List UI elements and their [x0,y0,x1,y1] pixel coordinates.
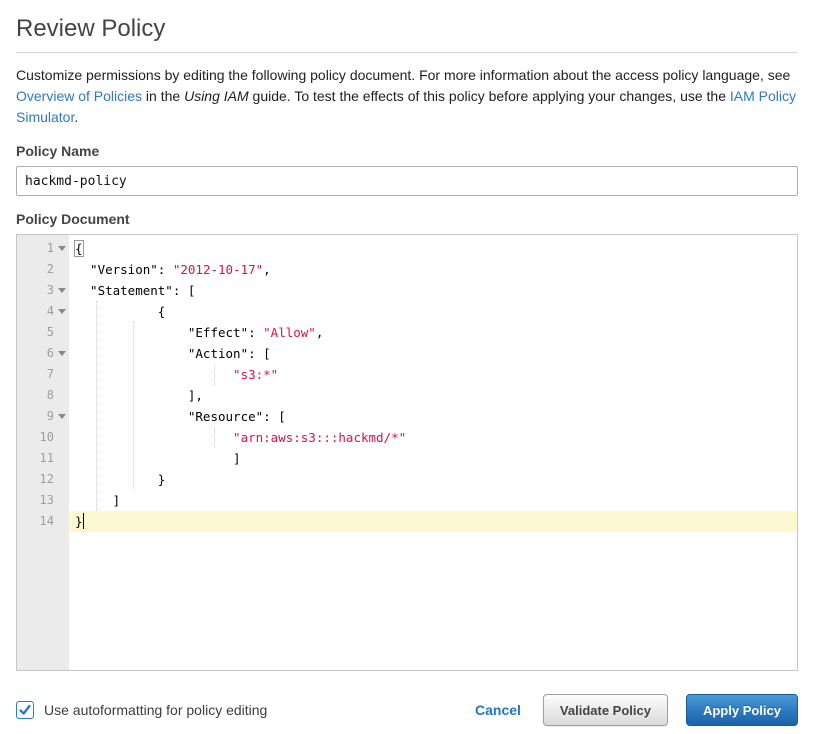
cancel-link[interactable]: Cancel [475,702,521,718]
code-line-13[interactable]: ] [69,490,797,511]
gutter-line-number: 12 [17,469,69,490]
autoformat-label: Use autoformatting for policy editing [44,702,267,718]
gutter-line-number: 3 [17,280,69,301]
overview-of-policies-link[interactable]: Overview of Policies [16,88,142,104]
code-line-4[interactable]: { [69,301,797,322]
gutter-line-number: 10 [17,427,69,448]
description: Customize permissions by editing the fol… [16,65,798,128]
code-line-1[interactable]: { [69,238,797,259]
gutter-line-number: 2 [17,259,69,280]
footer-bar: Use autoformatting for policy editing Ca… [16,694,798,726]
validate-policy-button[interactable]: Validate Policy [543,694,668,726]
autoformat-checkbox[interactable] [16,701,34,719]
gutter-line-number: 9 [17,406,69,427]
fold-arrow-icon[interactable] [58,351,66,356]
code-line-12[interactable]: } [69,469,797,490]
fold-arrow-icon[interactable] [58,309,66,314]
policy-document-editor[interactable]: 1234567891011121314 { "Version": "2012-1… [16,234,798,671]
description-text-2: in the [142,88,184,104]
editor-code[interactable]: { "Version": "2012-10-17", "Statement": … [69,235,797,670]
code-line-11[interactable]: ] [69,448,797,469]
fold-arrow-icon[interactable] [58,414,66,419]
gutter-line-number: 4 [17,301,69,322]
apply-policy-button[interactable]: Apply Policy [686,694,798,726]
code-line-6[interactable]: "Action": [ [69,343,797,364]
fold-arrow-icon[interactable] [58,288,66,293]
code-line-5[interactable]: "Effect": "Allow", [69,322,797,343]
gutter-line-number: 1 [17,238,69,259]
title-divider [16,52,798,53]
gutter-line-number: 13 [17,490,69,511]
gutter-line-number: 5 [17,322,69,343]
autoformat-option: Use autoformatting for policy editing [16,701,267,719]
gutter-line-number: 7 [17,364,69,385]
using-iam-guide-name: Using IAM [184,88,249,104]
code-line-2[interactable]: "Version": "2012-10-17", [69,259,797,280]
gutter-line-number: 6 [17,343,69,364]
gutter-line-number: 14 [17,511,69,532]
code-line-8[interactable]: ], [69,385,797,406]
editor-gutter: 1234567891011121314 [17,235,69,670]
code-line-9[interactable]: "Resource": [ [69,406,797,427]
policy-name-input[interactable] [16,166,798,196]
description-text-1: Customize permissions by editing the fol… [16,67,790,83]
fold-arrow-icon[interactable] [58,246,66,251]
review-policy-page: Review Policy Customize permissions by e… [0,15,814,726]
code-line-10[interactable]: "arn:aws:s3:::hackmd/*" [69,427,797,448]
code-line-7[interactable]: "s3:*" [69,364,797,385]
text-cursor [83,513,85,529]
description-text-4: . [74,109,78,125]
checkmark-icon [17,702,33,718]
description-text-3: guide. To test the effects of this polic… [249,88,730,104]
page-title: Review Policy [16,15,798,43]
code-line-3[interactable]: "Statement": [ [69,280,797,301]
gutter-line-number: 11 [17,448,69,469]
action-buttons: Cancel Validate Policy Apply Policy [475,694,798,726]
code-line-14[interactable]: } [69,511,797,532]
policy-document-label: Policy Document [16,211,798,227]
gutter-line-number: 8 [17,385,69,406]
policy-name-label: Policy Name [16,143,798,159]
